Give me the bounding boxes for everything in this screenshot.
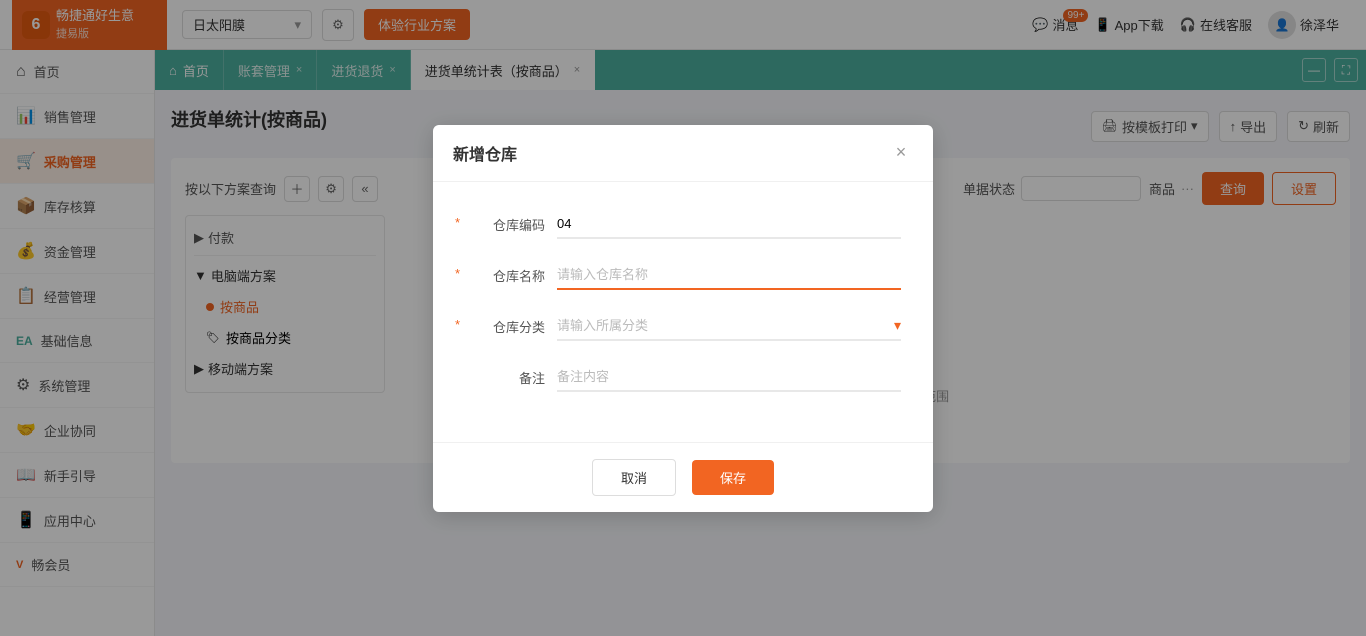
chevron-down-icon: ▾ xyxy=(894,317,901,334)
modal-title: 新增仓库 xyxy=(453,141,517,165)
warehouse-note-input[interactable] xyxy=(557,363,901,392)
warehouse-code-row: 仓库编码 xyxy=(465,210,901,239)
warehouse-category-row: 仓库分类 请输入所属分类 ▾ xyxy=(465,312,901,341)
warehouse-name-row: 仓库名称 xyxy=(465,261,901,290)
cancel-button[interactable]: 取消 xyxy=(592,459,676,496)
new-warehouse-modal: 新增仓库 × 仓库编码 仓库名称 仓库分类 请输入所属分类 ▾ xyxy=(433,125,933,512)
modal-header: 新增仓库 × xyxy=(433,125,933,182)
modal-overlay: 新增仓库 × 仓库编码 仓库名称 仓库分类 请输入所属分类 ▾ xyxy=(0,0,1366,636)
warehouse-name-input[interactable] xyxy=(557,261,901,290)
modal-body: 仓库编码 仓库名称 仓库分类 请输入所属分类 ▾ 备注 xyxy=(433,182,933,442)
warehouse-category-select[interactable]: 请输入所属分类 xyxy=(557,312,894,339)
note-label: 备注 xyxy=(465,368,545,387)
warehouse-code-input[interactable] xyxy=(557,210,901,239)
category-select-wrap: 请输入所属分类 ▾ xyxy=(557,312,901,341)
code-label: 仓库编码 xyxy=(465,215,545,234)
category-label: 仓库分类 xyxy=(465,317,545,336)
warehouse-note-row: 备注 xyxy=(465,363,901,392)
modal-close-button[interactable]: × xyxy=(889,141,913,165)
name-label: 仓库名称 xyxy=(465,266,545,285)
save-button[interactable]: 保存 xyxy=(692,460,774,495)
modal-footer: 取消 保存 xyxy=(433,442,933,512)
